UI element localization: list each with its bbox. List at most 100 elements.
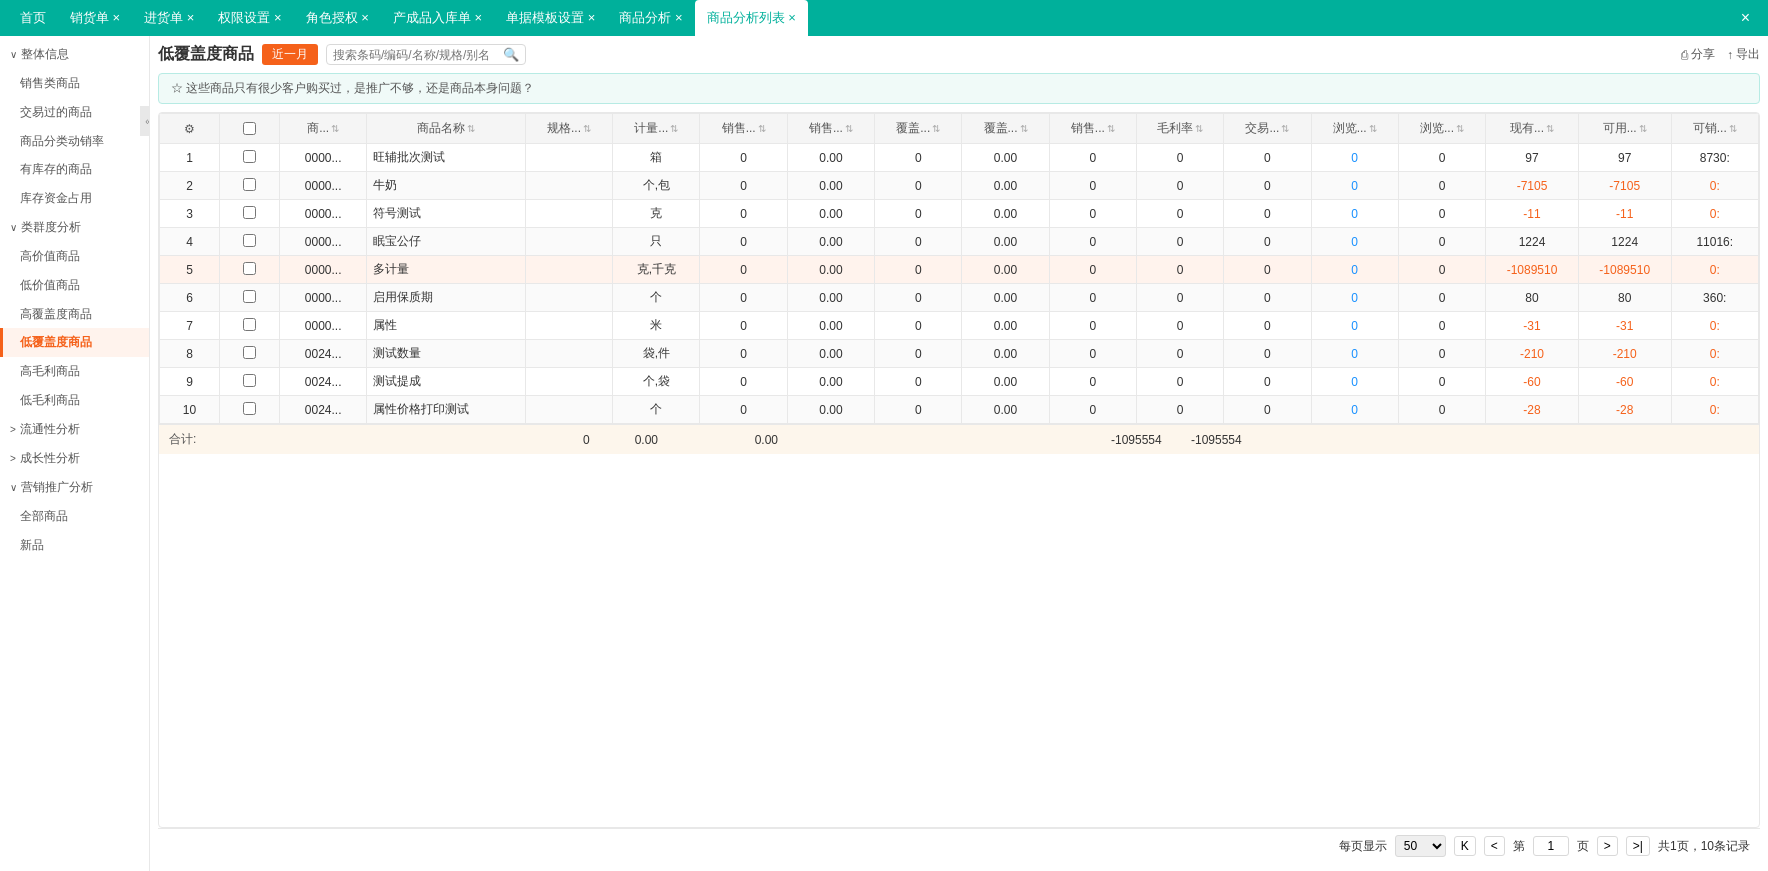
sidebar-section-overall[interactable]: ∨ 整体信息 — [0, 40, 149, 69]
row-name[interactable]: 符号测试 — [367, 200, 526, 228]
row-checkbox[interactable] — [220, 256, 280, 284]
col-gross-margin[interactable]: 毛利率⇅ — [1136, 114, 1223, 144]
col-browse1[interactable]: 浏览...⇅ — [1311, 114, 1398, 144]
row-browse1[interactable]: 0 — [1311, 200, 1398, 228]
row-select-checkbox[interactable] — [243, 346, 256, 359]
row-browse1[interactable]: 0 — [1311, 144, 1398, 172]
row-checkbox[interactable] — [220, 284, 280, 312]
col-checkbox[interactable] — [220, 114, 280, 144]
row-browse1[interactable]: 0 — [1311, 396, 1398, 424]
sidebar-item-sales-goods[interactable]: 销售类商品 — [0, 69, 149, 98]
col-coverage2[interactable]: 覆盖...⇅ — [962, 114, 1049, 144]
row-name[interactable]: 属性价格打印测试 — [367, 396, 526, 424]
nav-analysis-list[interactable]: 商品分析列表 × — [695, 0, 808, 36]
sidebar-section-growth[interactable]: > 成长性分析 — [0, 444, 149, 473]
row-checkbox[interactable] — [220, 340, 280, 368]
row-browse1[interactable]: 0 — [1311, 312, 1398, 340]
row-browse1[interactable]: 0 — [1311, 284, 1398, 312]
row-select-checkbox[interactable] — [243, 206, 256, 219]
search-icon[interactable]: 🔍 — [503, 47, 519, 62]
sidebar-item-high-value[interactable]: 高价值商品 — [0, 242, 149, 271]
row-checkbox[interactable] — [220, 396, 280, 424]
sidebar-collapse-button[interactable]: « — [140, 106, 150, 136]
row-name[interactable]: 测试数量 — [367, 340, 526, 368]
export-button[interactable]: ↑ 导出 — [1727, 46, 1760, 63]
row-checkbox[interactable] — [220, 144, 280, 172]
row-select-checkbox[interactable] — [243, 402, 256, 415]
sidebar-item-low-profit[interactable]: 低毛利商品 — [0, 386, 149, 415]
nav-permission[interactable]: 权限设置 × — [206, 0, 293, 36]
nav-template[interactable]: 单据模板设置 × — [494, 0, 607, 36]
row-name[interactable]: 旺辅批次测试 — [367, 144, 526, 172]
col-name[interactable]: 商品名称⇅ — [367, 114, 526, 144]
sidebar-item-new-goods[interactable]: 新品 — [0, 531, 149, 560]
time-filter-button[interactable]: 近一月 — [262, 44, 318, 65]
col-settings[interactable]: ⚙ — [160, 114, 220, 144]
col-current-stock[interactable]: 现有...⇅ — [1486, 114, 1579, 144]
row-select-checkbox[interactable] — [243, 374, 256, 387]
sidebar-section-marketing[interactable]: ∨ 营销推广分析 — [0, 473, 149, 502]
row-name[interactable]: 眠宝公仔 — [367, 228, 526, 256]
prev-page-button[interactable]: < — [1484, 836, 1505, 856]
row-browse1[interactable]: 0 — [1311, 228, 1398, 256]
nav-purchase[interactable]: 进货单 × — [132, 0, 206, 36]
last-page-button[interactable]: >| — [1626, 836, 1650, 856]
col-saleable[interactable]: 可销...⇅ — [1671, 114, 1758, 144]
sidebar-item-stock-goods[interactable]: 有库存的商品 — [0, 155, 149, 184]
col-spec[interactable]: 规格...⇅ — [525, 114, 612, 144]
share-button[interactable]: ⎙ 分享 — [1681, 46, 1715, 63]
row-name[interactable]: 测试提成 — [367, 368, 526, 396]
col-sales-days[interactable]: 销售...⇅ — [1049, 114, 1136, 144]
sidebar-section-circulation[interactable]: > 流通性分析 — [0, 415, 149, 444]
first-page-button[interactable]: K — [1454, 836, 1476, 856]
nav-stock[interactable]: 产成品入库单 × — [381, 0, 494, 36]
row-name[interactable]: 属性 — [367, 312, 526, 340]
col-sales-qty[interactable]: 销售...⇅ — [700, 114, 787, 144]
row-checkbox[interactable] — [220, 200, 280, 228]
sidebar-section-category[interactable]: ∨ 类群度分析 — [0, 213, 149, 242]
nav-sales[interactable]: 销货单 × — [58, 0, 132, 36]
row-browse1[interactable]: 0 — [1311, 256, 1398, 284]
row-select-checkbox[interactable] — [243, 178, 256, 191]
sidebar-item-low-coverage[interactable]: 低覆盖度商品 — [0, 328, 149, 357]
page-number-input[interactable] — [1533, 836, 1569, 856]
row-select-checkbox[interactable] — [243, 262, 256, 275]
col-browse2[interactable]: 浏览...⇅ — [1398, 114, 1485, 144]
col-transactions[interactable]: 交易...⇅ — [1224, 114, 1311, 144]
row-browse1[interactable]: 0 — [1311, 368, 1398, 396]
sidebar-item-all-goods[interactable]: 全部商品 — [0, 502, 149, 531]
sidebar-item-high-profit[interactable]: 高毛利商品 — [0, 357, 149, 386]
row-name[interactable]: 启用保质期 — [367, 284, 526, 312]
row-name[interactable]: 多计量 — [367, 256, 526, 284]
row-checkbox[interactable] — [220, 228, 280, 256]
per-page-select[interactable]: 50 100 200 — [1395, 835, 1446, 857]
col-sales-amount[interactable]: 销售...⇅ — [787, 114, 874, 144]
row-browse1[interactable]: 0 — [1311, 172, 1398, 200]
nav-home[interactable]: 首页 — [8, 0, 58, 36]
row-select-checkbox[interactable] — [243, 290, 256, 303]
nav-analysis[interactable]: 商品分析 × — [607, 0, 694, 36]
row-select-checkbox[interactable] — [243, 150, 256, 163]
col-available-stock[interactable]: 可用...⇅ — [1578, 114, 1671, 144]
row-select-checkbox[interactable] — [243, 318, 256, 331]
row-name[interactable]: 牛奶 — [367, 172, 526, 200]
window-close-button[interactable]: × — [1731, 9, 1760, 27]
col-unit[interactable]: 计量...⇅ — [613, 114, 700, 144]
row-select-checkbox[interactable] — [243, 234, 256, 247]
row-checkbox[interactable] — [220, 368, 280, 396]
sidebar-item-high-coverage[interactable]: 高覆盖度商品 — [0, 300, 149, 329]
row-checkbox[interactable] — [220, 312, 280, 340]
sidebar-item-stock-capital[interactable]: 库存资金占用 — [0, 184, 149, 213]
col-code[interactable]: 商...⇅ — [280, 114, 367, 144]
sidebar-item-low-value[interactable]: 低价值商品 — [0, 271, 149, 300]
sidebar-item-category-rate[interactable]: 商品分类动销率 — [0, 127, 149, 156]
row-checkbox[interactable] — [220, 172, 280, 200]
row-unit: 只 — [613, 228, 700, 256]
search-input[interactable] — [333, 48, 503, 62]
next-page-button[interactable]: > — [1597, 836, 1618, 856]
sidebar-item-traded-goods[interactable]: 交易过的商品 — [0, 98, 149, 127]
nav-role[interactable]: 角色授权 × — [294, 0, 381, 36]
col-coverage1[interactable]: 覆盖...⇅ — [875, 114, 962, 144]
row-browse1[interactable]: 0 — [1311, 340, 1398, 368]
select-all-checkbox[interactable] — [243, 122, 256, 135]
